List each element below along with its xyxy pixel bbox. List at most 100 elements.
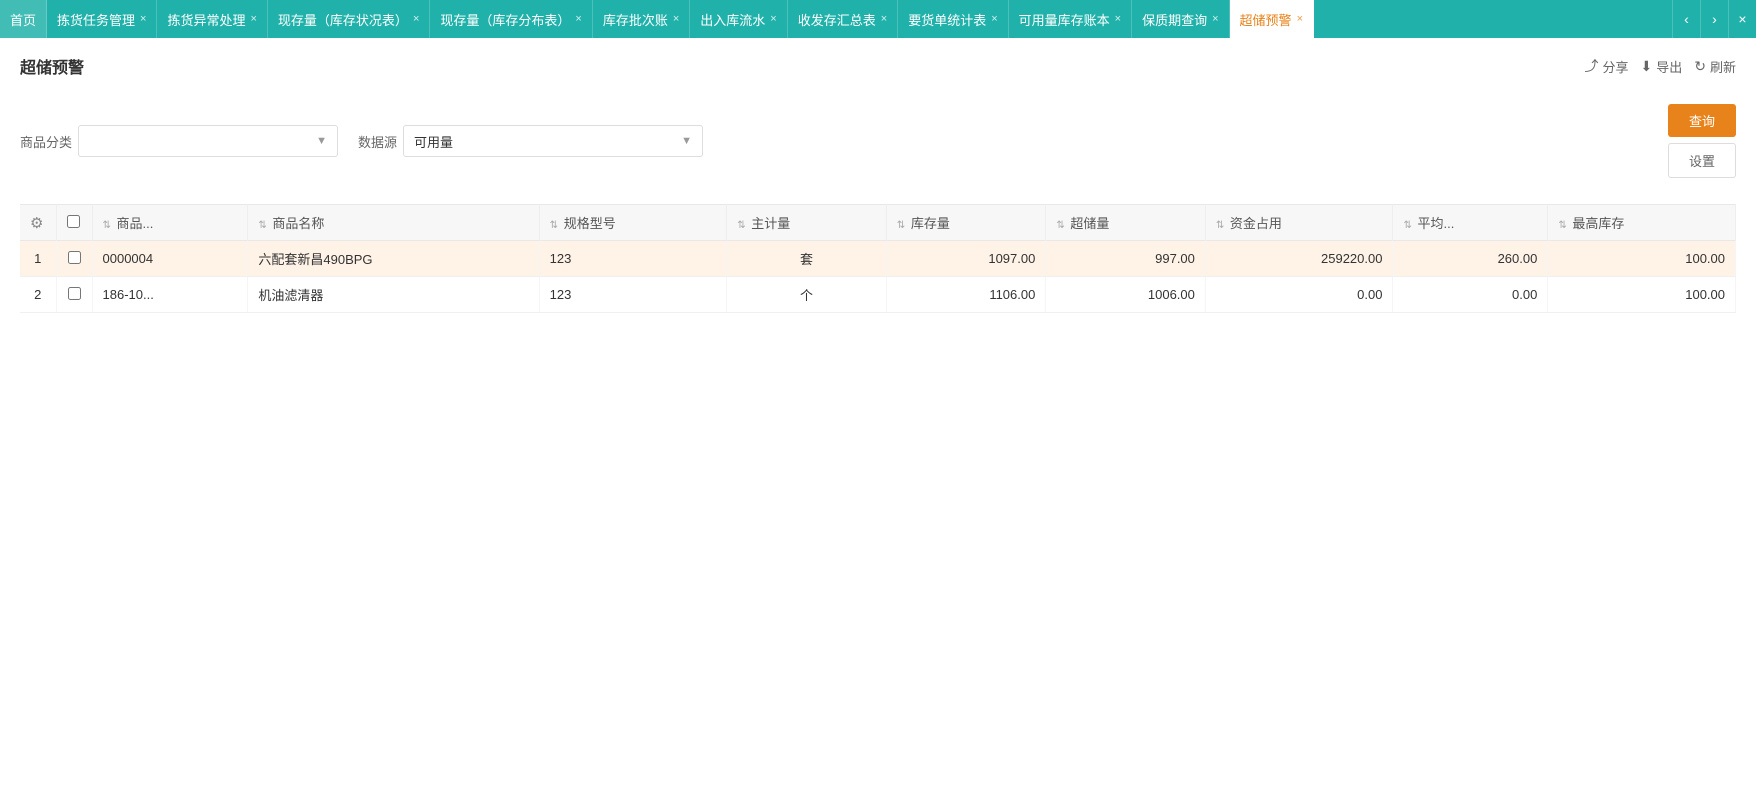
- nav-item-inout-flow[interactable]: 出入库流水 ×: [690, 0, 787, 38]
- close-icon[interactable]: ×: [575, 13, 581, 25]
- select-all-checkbox[interactable]: [67, 215, 80, 228]
- share-button[interactable]: ⤴ 分享: [1584, 56, 1628, 76]
- nav-next-arrow[interactable]: ›: [1700, 0, 1728, 38]
- col-overstock: ⇅ 超储量: [1046, 205, 1206, 241]
- max-stock-cell: 100.00: [1548, 241, 1736, 277]
- share-icon: ⤴: [1584, 56, 1598, 76]
- row-checkbox[interactable]: [68, 251, 81, 264]
- nav-item-exception[interactable]: 拣货异常处理 ×: [157, 0, 267, 38]
- sort-icon[interactable]: ⇅: [1216, 220, 1224, 231]
- nav-item-avail-stock[interactable]: 可用量库存账本 ×: [1009, 0, 1132, 38]
- table-row: 2 186-10... 机油滤清器 123 个 1106.00 1006.00 …: [20, 277, 1736, 313]
- nav-close-all[interactable]: ×: [1728, 0, 1756, 38]
- row-checkbox-cell: [56, 277, 92, 313]
- nav-item-batch[interactable]: 库存批次账 ×: [593, 0, 690, 38]
- col-avg: ⇅ 平均...: [1393, 205, 1548, 241]
- sort-icon[interactable]: ⇅: [1056, 220, 1064, 231]
- page-content: 超储预警 ⤴ 分享 ⬇ 导出 ↻ 刷新 商品分类 ▼ 数据源: [0, 38, 1756, 800]
- product-name-cell: 机油滤清器: [248, 277, 539, 313]
- filter-bar: 商品分类 ▼ 数据源 可用量 ▼ 查询 设置: [20, 94, 1736, 188]
- col-product-name: ⇅ 商品名称: [248, 205, 539, 241]
- product-code-cell: 186-10...: [92, 277, 248, 313]
- overstock-cell: 997.00: [1046, 241, 1206, 277]
- sort-icon[interactable]: ⇅: [103, 220, 111, 231]
- data-table: ⚙ ⇅ 商品... ⇅ 商品名称 ⇅ 规格型号 ⇅: [20, 204, 1736, 313]
- page-header: 超储预警 ⤴ 分享 ⬇ 导出 ↻ 刷新: [20, 54, 1736, 78]
- nav-prev-arrow[interactable]: ‹: [1672, 0, 1700, 38]
- col-settings: ⚙: [20, 205, 56, 241]
- unit-cell: 套: [727, 241, 887, 277]
- stock-cell: 1106.00: [886, 277, 1046, 313]
- nav-item-demand-stats[interactable]: 要货单统计表 ×: [898, 0, 1008, 38]
- chevron-down-icon: ▼: [316, 135, 327, 147]
- close-icon[interactable]: ×: [140, 13, 146, 25]
- avg-cell: 260.00: [1393, 241, 1548, 277]
- datasource-filter: 数据源 可用量 ▼: [358, 125, 703, 157]
- col-capital: ⇅ 资金占用: [1205, 205, 1393, 241]
- max-stock-cell: 100.00: [1548, 277, 1736, 313]
- col-checkbox: [56, 205, 92, 241]
- refresh-icon: ↻: [1694, 58, 1706, 75]
- row-num-cell: 2: [20, 277, 56, 313]
- nav-item-stock-status[interactable]: 现存量（库存状况表） ×: [268, 0, 430, 38]
- col-unit: ⇅ 主计量: [727, 205, 887, 241]
- spec-cell: 123: [539, 277, 727, 313]
- sort-icon[interactable]: ⇅: [897, 220, 905, 231]
- overstock-cell: 1006.00: [1046, 277, 1206, 313]
- table-row: 1 0000004 六配套新昌490BPG 123 套 1097.00 997.…: [20, 241, 1736, 277]
- stock-cell: 1097.00: [886, 241, 1046, 277]
- close-icon[interactable]: ×: [673, 13, 679, 25]
- sort-icon[interactable]: ⇅: [550, 220, 558, 231]
- nav-item-overstock[interactable]: 超储预警 ×: [1230, 0, 1314, 38]
- page-actions: ⤴ 分享 ⬇ 导出 ↻ 刷新: [1584, 56, 1736, 76]
- query-button[interactable]: 查询: [1668, 104, 1736, 137]
- sort-icon[interactable]: ⇅: [737, 220, 745, 231]
- filter-buttons: 查询 设置: [1668, 104, 1736, 178]
- capital-cell: 0.00: [1205, 277, 1393, 313]
- close-icon[interactable]: ×: [1212, 13, 1218, 25]
- nav-item-task-mgmt[interactable]: 拣货任务管理 ×: [47, 0, 157, 38]
- avg-cell: 0.00: [1393, 277, 1548, 313]
- col-max-stock: ⇅ 最高库存: [1548, 205, 1736, 241]
- datasource-label: 数据源: [358, 132, 397, 151]
- export-icon: ⬇: [1641, 58, 1653, 75]
- nav-item-summary[interactable]: 收发存汇总表 ×: [788, 0, 898, 38]
- spec-cell: 123: [539, 241, 727, 277]
- row-checkbox[interactable]: [68, 287, 81, 300]
- product-category-filter: 商品分类 ▼: [20, 125, 338, 157]
- product-name-cell: 六配套新昌490BPG: [248, 241, 539, 277]
- capital-cell: 259220.00: [1205, 241, 1393, 277]
- row-num-cell: 1: [20, 241, 56, 277]
- nav-item-home[interactable]: 首页: [0, 0, 47, 38]
- chevron-down-icon: ▼: [681, 135, 692, 147]
- col-product-code: ⇅ 商品...: [92, 205, 248, 241]
- product-code-cell: 0000004: [92, 241, 248, 277]
- close-icon[interactable]: ×: [413, 13, 419, 25]
- close-icon[interactable]: ×: [250, 13, 256, 25]
- page-title: 超储预警: [20, 54, 84, 78]
- nav-item-quality[interactable]: 保质期查询 ×: [1132, 0, 1229, 38]
- product-category-select[interactable]: ▼: [78, 125, 338, 157]
- close-icon[interactable]: ×: [881, 13, 887, 25]
- close-icon[interactable]: ×: [1297, 13, 1303, 25]
- col-spec: ⇅ 规格型号: [539, 205, 727, 241]
- gear-icon[interactable]: ⚙: [30, 215, 43, 232]
- sort-icon[interactable]: ⇅: [1558, 220, 1566, 231]
- datasource-value: 可用量: [414, 132, 453, 151]
- sort-icon[interactable]: ⇅: [258, 220, 266, 231]
- col-stock: ⇅ 库存量: [886, 205, 1046, 241]
- close-icon[interactable]: ×: [991, 13, 997, 25]
- close-icon[interactable]: ×: [770, 13, 776, 25]
- product-category-label: 商品分类: [20, 132, 72, 151]
- nav-item-stock-dist[interactable]: 现存量（库存分布表） ×: [430, 0, 592, 38]
- sort-icon[interactable]: ⇅: [1403, 220, 1411, 231]
- export-button[interactable]: ⬇ 导出: [1641, 57, 1683, 76]
- top-navigation: 首页 拣货任务管理 × 拣货异常处理 × 现存量（库存状况表） × 现存量（库存…: [0, 0, 1756, 38]
- row-checkbox-cell: [56, 241, 92, 277]
- refresh-button[interactable]: ↻ 刷新: [1694, 57, 1736, 76]
- settings-button[interactable]: 设置: [1668, 143, 1736, 178]
- table-header-row: ⚙ ⇅ 商品... ⇅ 商品名称 ⇅ 规格型号 ⇅: [20, 205, 1736, 241]
- unit-cell: 个: [727, 277, 887, 313]
- close-icon[interactable]: ×: [1115, 13, 1121, 25]
- datasource-select[interactable]: 可用量 ▼: [403, 125, 703, 157]
